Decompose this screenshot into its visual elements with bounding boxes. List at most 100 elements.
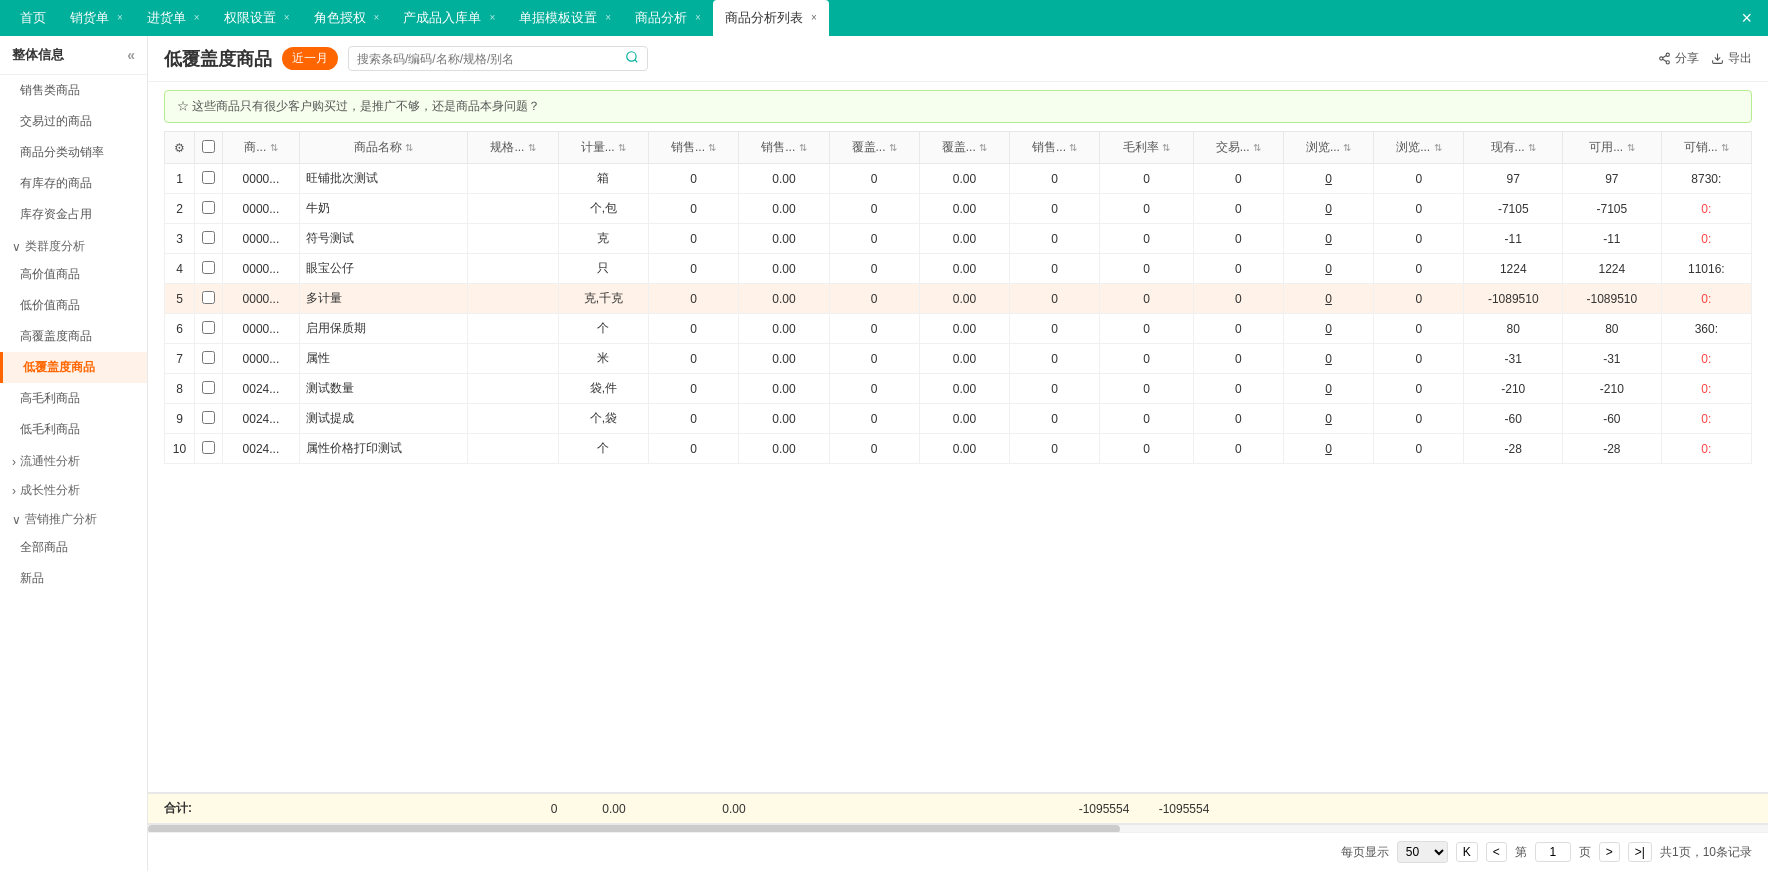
export-button[interactable]: 导出 [1711,50,1752,67]
sidebar-item-stock-goods[interactable]: 有库存的商品 [0,168,147,199]
sidebar-item-capital-occupation[interactable]: 库存资金占用 [0,199,147,230]
cell-checkbox[interactable] [195,434,223,464]
next-page-button[interactable]: > [1599,842,1620,862]
cell-checkbox[interactable] [195,164,223,194]
col-settings[interactable]: ⚙ [165,132,195,164]
sidebar-section-marketing-title[interactable]: ∨ 营销推广分析 [0,503,147,532]
cell-checkbox[interactable] [195,254,223,284]
sidebar-item-high-margin[interactable]: 高毛利商品 [0,383,147,414]
col-name[interactable]: 商品名称 ⇅ [299,132,468,164]
nav-template-close[interactable]: × [605,0,611,36]
col-cover2[interactable]: 覆盖... ⇅ [919,132,1009,164]
sidebar-item-new-goods[interactable]: 新品 [0,563,147,594]
col-spec[interactable]: 规格... ⇅ [468,132,558,164]
sidebar-item-low-coverage[interactable]: 低覆盖度商品 [0,352,147,383]
row-checkbox[interactable] [202,231,215,244]
col-browse2[interactable]: 浏览... ⇅ [1374,132,1464,164]
col-checkbox[interactable] [195,132,223,164]
cell-browse1[interactable]: 0 [1283,194,1373,224]
cell-checkbox[interactable] [195,284,223,314]
cell-browse1[interactable]: 0 [1283,374,1373,404]
filter-period-button[interactable]: 近一月 [282,47,338,70]
sidebar-item-traded-goods[interactable]: 交易过的商品 [0,106,147,137]
col-browse1[interactable]: 浏览... ⇅ [1283,132,1373,164]
row-checkbox[interactable] [202,441,215,454]
current-page-input[interactable] [1535,842,1571,862]
cell-checkbox[interactable] [195,344,223,374]
sidebar-item-low-value[interactable]: 低价值商品 [0,290,147,321]
cell-unit: 克,千克 [558,284,648,314]
nav-product-warehouse-close[interactable]: × [489,0,495,36]
nav-purchase-order[interactable]: 进货单 × [135,0,212,36]
sidebar-item-all-goods[interactable]: 全部商品 [0,532,147,563]
cell-checkbox[interactable] [195,314,223,344]
cell-browse1[interactable]: 0 [1283,434,1373,464]
row-checkbox[interactable] [202,351,215,364]
col-code[interactable]: 商... ⇅ [223,132,300,164]
cell-browse1[interactable]: 0 [1283,284,1373,314]
search-icon[interactable] [625,50,639,67]
sidebar-item-category-turnover[interactable]: 商品分类动销率 [0,137,147,168]
col-unit[interactable]: 计量... ⇅ [558,132,648,164]
col-sales-amount[interactable]: 销售... ⇅ [739,132,829,164]
settings-icon[interactable]: ⚙ [174,141,185,155]
nav-sales-order-close[interactable]: × [117,0,123,36]
nav-product-analysis-list-close[interactable]: × [811,0,817,36]
cell-checkbox[interactable] [195,194,223,224]
nav-sales-order[interactable]: 销货单 × [58,0,135,36]
sidebar-section-growth-title[interactable]: › 成长性分析 [0,474,147,503]
col-sellable[interactable]: 可销... ⇅ [1661,132,1751,164]
select-all-checkbox[interactable] [202,140,215,153]
search-input[interactable] [357,52,619,66]
nav-purchase-order-close[interactable]: × [194,0,200,36]
col-cover1[interactable]: 覆盖... ⇅ [829,132,919,164]
cell-browse1[interactable]: 0 [1283,164,1373,194]
cell-available-stock: 1224 [1563,254,1662,284]
nav-product-analysis[interactable]: 商品分析 × [623,0,713,36]
row-checkbox[interactable] [202,321,215,334]
nav-permission-close[interactable]: × [284,0,290,36]
window-close-button[interactable]: × [1733,8,1760,29]
prev-page-button[interactable]: < [1486,842,1507,862]
nav-product-analysis-list[interactable]: 商品分析列表 × [713,0,829,36]
nav-home[interactable]: 首页 [8,0,58,36]
nav-permission-settings[interactable]: 权限设置 × [212,0,302,36]
per-page-select[interactable]: 50 100 200 [1397,841,1448,863]
sidebar-item-high-value[interactable]: 高价值商品 [0,259,147,290]
cell-browse1[interactable]: 0 [1283,404,1373,434]
sidebar-collapse-button[interactable]: « [127,47,135,63]
nav-role-close[interactable]: × [374,0,380,36]
cell-browse1[interactable]: 0 [1283,344,1373,374]
row-checkbox[interactable] [202,171,215,184]
col-available-stock[interactable]: 可用... ⇅ [1563,132,1662,164]
row-checkbox[interactable] [202,411,215,424]
sidebar-section-cluster-title[interactable]: ∨ 类群度分析 [0,230,147,259]
last-page-button[interactable]: >| [1628,842,1652,862]
cell-browse1[interactable]: 0 [1283,224,1373,254]
sidebar-item-high-coverage[interactable]: 高覆盖度商品 [0,321,147,352]
col-current-stock[interactable]: 现有... ⇅ [1464,132,1563,164]
cell-checkbox[interactable] [195,374,223,404]
nav-role-auth[interactable]: 角色授权 × [302,0,392,36]
cell-checkbox[interactable] [195,224,223,254]
cell-browse1[interactable]: 0 [1283,314,1373,344]
col-trade[interactable]: 交易... ⇅ [1193,132,1283,164]
col-margin[interactable]: 毛利率 ⇅ [1100,132,1193,164]
cell-unit: 个 [558,314,648,344]
share-button[interactable]: 分享 [1658,50,1699,67]
sidebar-item-sales-goods[interactable]: 销售类商品 [0,75,147,106]
cell-browse1[interactable]: 0 [1283,254,1373,284]
row-checkbox[interactable] [202,291,215,304]
nav-product-analysis-close[interactable]: × [695,0,701,36]
col-sales-qty[interactable]: 销售... ⇅ [649,132,739,164]
row-checkbox[interactable] [202,261,215,274]
col-sales3[interactable]: 销售... ⇅ [1010,132,1100,164]
nav-template-settings[interactable]: 单据模板设置 × [507,0,623,36]
nav-product-warehouse[interactable]: 产成品入库单 × [391,0,507,36]
row-checkbox[interactable] [202,381,215,394]
row-checkbox[interactable] [202,201,215,214]
first-page-button[interactable]: K [1456,842,1478,862]
sidebar-item-low-margin[interactable]: 低毛利商品 [0,414,147,445]
cell-checkbox[interactable] [195,404,223,434]
sidebar-section-circulation-title[interactable]: › 流通性分析 [0,445,147,474]
